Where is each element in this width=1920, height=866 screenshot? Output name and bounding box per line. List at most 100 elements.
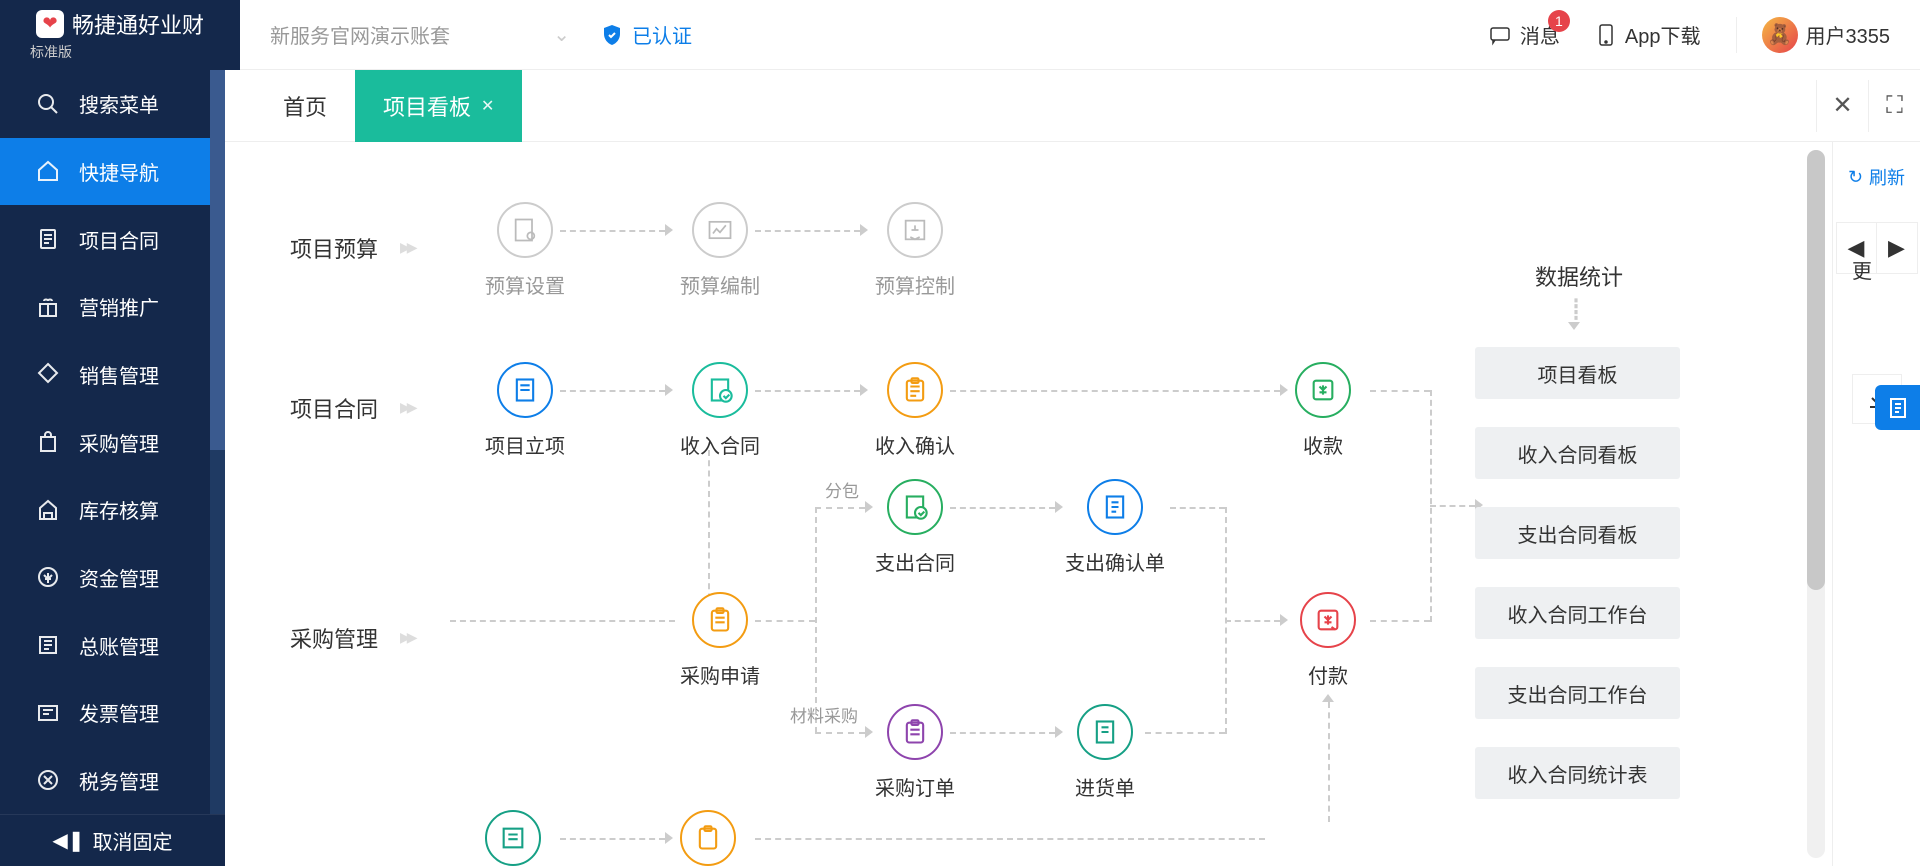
messages-badge: 1 — [1548, 10, 1570, 32]
pager-next-button[interactable]: ▶ — [1877, 223, 1917, 273]
app-header: ❤ 畅捷通好业财 标准版 新服务官网演示账套 ⌄ 已认证 消息 1 App下载 … — [0, 0, 1920, 70]
node-label: 支出合同 — [875, 547, 955, 576]
brand-edition: 标准版 — [30, 42, 72, 62]
refresh-icon: ↻ — [1848, 167, 1863, 188]
stat-btn-1[interactable]: 收入合同看板 — [1475, 427, 1680, 479]
stats-title: 数据统计 — [1535, 260, 1623, 292]
node-project-init[interactable]: 项目立项 — [485, 362, 565, 459]
node-label: 收入合同 — [680, 430, 760, 459]
node-label: 付款 — [1308, 660, 1348, 689]
sidebar-item-quicknav[interactable]: 快捷导航 — [0, 138, 225, 206]
account-selector[interactable]: 新服务官网演示账套 ⌄ — [240, 20, 600, 49]
tab-label: 首页 — [283, 90, 327, 122]
row-label-contract: 项目合同 — [290, 392, 378, 424]
rail-partial-text: 更 — [1852, 255, 1872, 284]
node-expense-contract[interactable]: 支出合同 — [875, 479, 955, 576]
tab-home[interactable]: 首页 — [255, 70, 355, 142]
avatar-icon: 🧸 — [1762, 17, 1798, 53]
node-income-contract[interactable]: 收入合同 — [680, 362, 760, 459]
tab-bar: 首页 项目看板 ✕ ✕ ⛶ — [225, 70, 1920, 142]
stat-btn-3[interactable]: 收入合同工作台 — [1475, 587, 1680, 639]
node-label: 收入确认 — [875, 430, 955, 459]
sidebar-item-sales[interactable]: 销售管理 — [0, 341, 225, 409]
sidebar-item-search[interactable]: 搜索菜单 — [0, 70, 225, 138]
branch-label-sub: 分包 — [825, 477, 859, 502]
node-payment[interactable]: 付款 — [1300, 592, 1356, 689]
sidebar: 搜索菜单 快捷导航 项目合同 营销推广 销售管理 采购管理 库存核算 资金管理 — [0, 70, 225, 866]
fullscreen-button[interactable]: ⛶ — [1868, 80, 1920, 132]
chevron-right-icon: ▶▶ — [400, 629, 414, 646]
node-purchase-order[interactable]: 采购订单 — [875, 704, 955, 801]
sidebar-item-tax[interactable]: 税务管理 — [0, 747, 225, 815]
sidebar-item-ledger[interactable]: 总账管理 — [0, 611, 225, 679]
tabs-close-all-button[interactable]: ✕ — [1816, 80, 1868, 132]
tab-project-board[interactable]: 项目看板 ✕ — [355, 70, 522, 142]
node-label: 采购订单 — [875, 772, 955, 801]
chevron-down-icon: ⌄ — [553, 22, 570, 47]
branch-label-material: 材料采购 — [790, 702, 858, 727]
bag-icon — [35, 429, 61, 455]
node-label: 预算设置 — [485, 270, 565, 299]
node-bottom-1[interactable] — [485, 810, 541, 866]
sidebar-item-label: 资金管理 — [79, 563, 159, 592]
sidebar-item-label: 发票管理 — [79, 698, 159, 727]
node-budget-control[interactable]: 预算控制 — [875, 202, 955, 299]
sidebar-item-label: 搜索菜单 — [79, 89, 159, 118]
node-bottom-2[interactable] — [680, 810, 736, 866]
node-receipt[interactable]: 收款 — [1295, 362, 1351, 459]
node-purchase-request[interactable]: 采购申请 — [680, 592, 760, 689]
floating-action-button[interactable] — [1875, 385, 1920, 430]
download-label: App下载 — [1625, 20, 1701, 49]
stat-btn-2[interactable]: 支出合同看板 — [1475, 507, 1680, 559]
doc-icon — [35, 226, 61, 252]
stat-btn-4[interactable]: 支出合同工作台 — [1475, 667, 1680, 719]
row-label-budget: 项目预算 — [290, 232, 378, 264]
sidebar-item-contract[interactable]: 项目合同 — [0, 205, 225, 273]
chat-icon — [1488, 23, 1512, 47]
user-menu[interactable]: 🧸 用户3355 — [1736, 17, 1891, 53]
sidebar-unpin-button[interactable]: ◀❚ 取消固定 — [0, 814, 225, 866]
sidebar-item-invoice[interactable]: 发票管理 — [0, 679, 225, 747]
sidebar-item-label: 快捷导航 — [79, 157, 159, 186]
brand-name: 畅捷通好业财 — [72, 8, 204, 40]
app-download-button[interactable]: App下载 — [1595, 20, 1701, 49]
stat-btn-0[interactable]: 项目看板 — [1475, 347, 1680, 399]
sidebar-item-marketing[interactable]: 营销推广 — [0, 273, 225, 341]
node-label: 收款 — [1303, 430, 1343, 459]
sidebar-item-label: 采购管理 — [79, 428, 159, 457]
sidebar-scrollbar[interactable] — [210, 70, 225, 814]
account-name: 新服务官网演示账套 — [270, 20, 450, 49]
node-label: 支出确认单 — [1065, 547, 1165, 576]
arrow-down-icon: ┋ — [1570, 297, 1582, 322]
collapse-icon: ◀❚ — [52, 828, 84, 853]
brand-block: ❤ 畅捷通好业财 标准版 — [0, 0, 240, 70]
canvas-scrollbar[interactable] — [1807, 150, 1825, 858]
node-expense-confirm[interactable]: 支出确认单 — [1065, 479, 1165, 576]
node-label: 预算控制 — [875, 270, 955, 299]
refresh-button[interactable]: ↻ 刷新 — [1848, 152, 1905, 202]
sidebar-item-funds[interactable]: 资金管理 — [0, 544, 225, 612]
sidebar-item-label: 税务管理 — [79, 766, 159, 795]
node-income-confirm[interactable]: 收入确认 — [875, 362, 955, 459]
unpin-label: 取消固定 — [93, 826, 173, 855]
sidebar-item-inventory[interactable]: 库存核算 — [0, 476, 225, 544]
sidebar-item-purchase[interactable]: 采购管理 — [0, 408, 225, 476]
money-icon — [35, 564, 61, 590]
chevron-right-icon: ▶▶ — [400, 239, 414, 256]
close-icon[interactable]: ✕ — [481, 96, 494, 116]
sidebar-item-label: 项目合同 — [79, 225, 159, 254]
gift-icon — [35, 294, 61, 320]
node-label: 进货单 — [1075, 772, 1135, 801]
brand-logo-icon: ❤ — [36, 10, 64, 38]
node-budget-settings[interactable]: 预算设置 — [485, 202, 565, 299]
node-budget-compile[interactable]: 预算编制 — [680, 202, 760, 299]
invoice-icon — [35, 700, 61, 726]
node-goods-receipt[interactable]: 进货单 — [1075, 704, 1135, 801]
sidebar-item-label: 库存核算 — [79, 495, 159, 524]
ledger-icon — [35, 632, 61, 658]
search-icon — [35, 91, 61, 117]
stat-btn-5[interactable]: 收入合同统计表 — [1475, 747, 1680, 799]
right-rail: ↻ 刷新 ◀ ▶ — [1832, 142, 1920, 866]
messages-button[interactable]: 消息 1 — [1488, 20, 1560, 49]
node-label: 采购申请 — [680, 660, 760, 689]
